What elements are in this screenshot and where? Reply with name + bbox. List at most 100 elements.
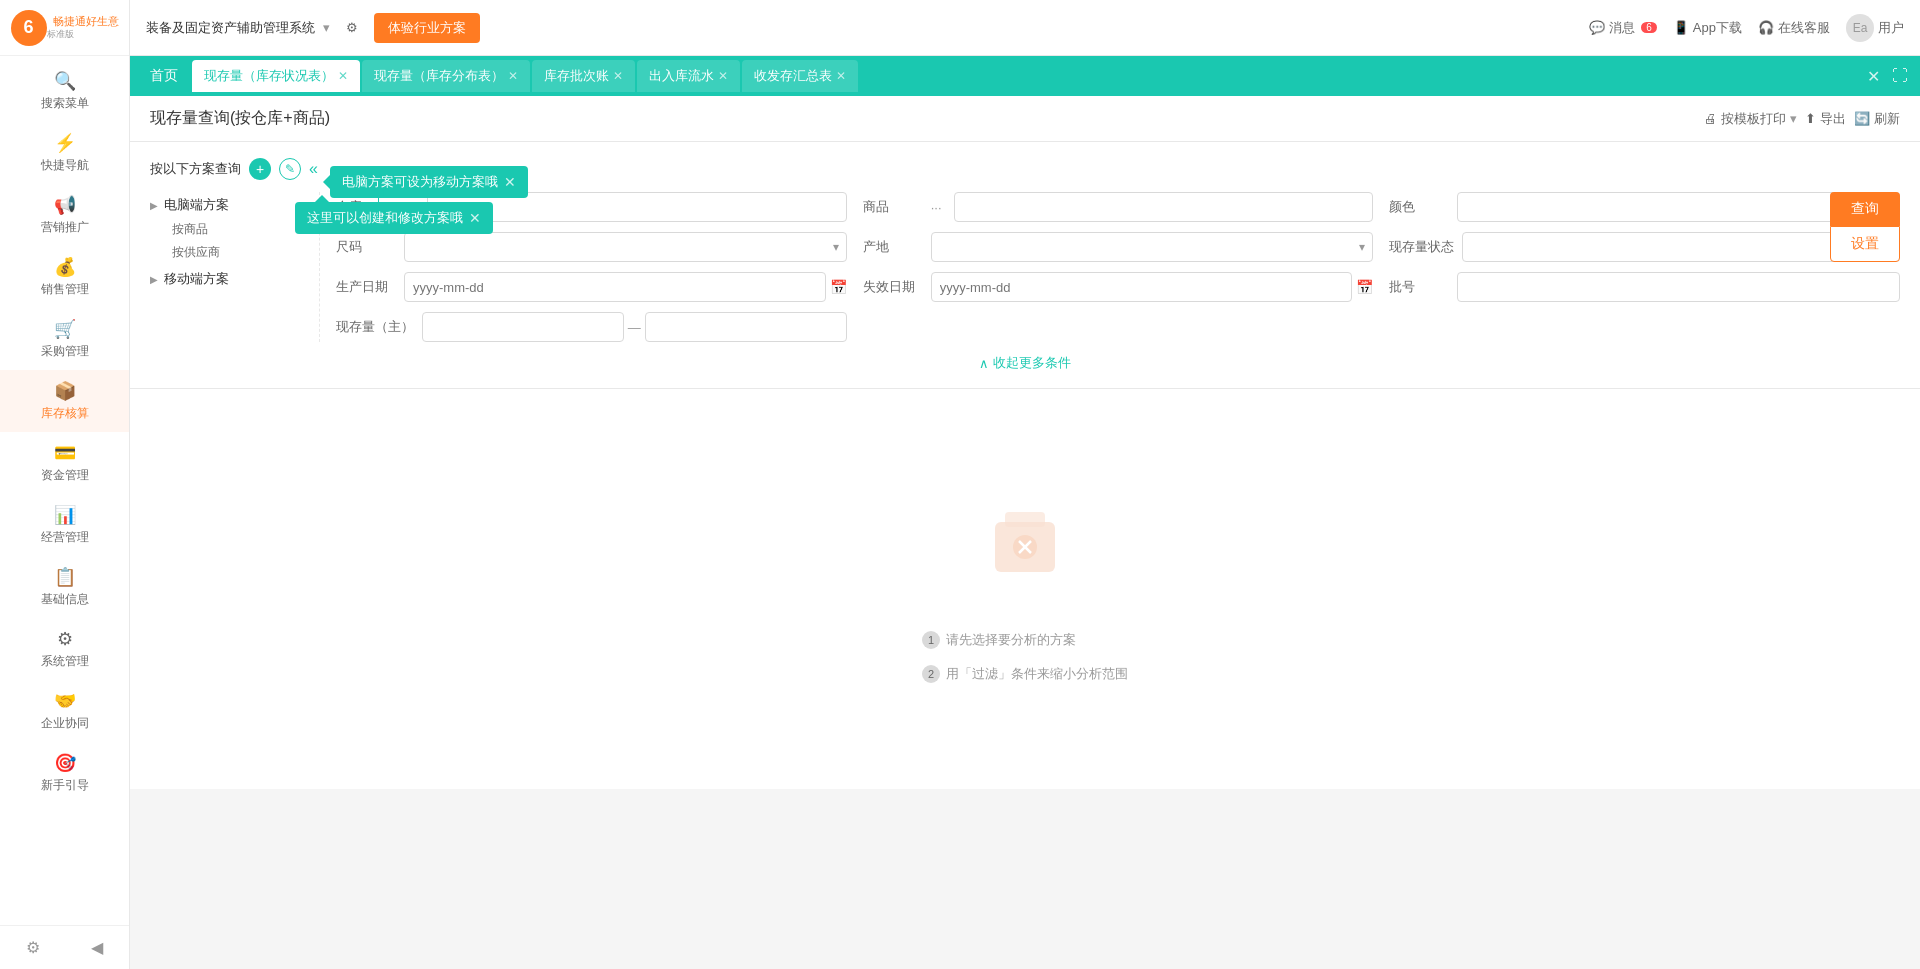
tooltip-pc: 电脑方案可设为移动方案哦 ✕ <box>330 166 528 198</box>
avatar: Ea <box>1846 14 1874 42</box>
sidebar-item-basicinfo[interactable]: 📋 基础信息 <box>0 556 129 618</box>
expiry-date-input[interactable] <box>931 272 1353 302</box>
tab-bar: 首页 现存量（库存状况表） ✕ 现存量（库存分布表） ✕ 库存批次账 ✕ 出入库… <box>130 56 1920 96</box>
sidebar-item-quicknav[interactable]: ⚡ 快捷导航 <box>0 122 129 184</box>
sidebar-item-sales[interactable]: 💰 销售管理 <box>0 246 129 308</box>
stock-main-range: — <box>422 312 847 342</box>
phone-icon: 📱 <box>1673 20 1689 35</box>
sidebar-item-operation[interactable]: 📊 经营管理 <box>0 494 129 556</box>
marketing-icon: 📢 <box>54 194 76 216</box>
expiry-date-label: 失效日期 <box>863 278 923 296</box>
tooltip-pc-close-icon[interactable]: ✕ <box>504 174 516 190</box>
tab-close-icon[interactable]: ✕ <box>613 69 623 83</box>
empty-tip-2: 2 用「过滤」条件来缩小分析范围 <box>922 661 1128 687</box>
industry-button[interactable]: 体验行业方案 <box>374 13 480 43</box>
sidebar: 6 畅捷通好生意 标准版 🔍 搜索菜单 ⚡ 快捷导航 📢 营销推广 💰 销售管理… <box>0 0 130 969</box>
batch-label: 批号 <box>1389 278 1449 296</box>
color-label: 颜色 <box>1389 198 1449 216</box>
dot-indicator <box>374 188 384 198</box>
collapse-label: 收起更多条件 <box>993 354 1071 372</box>
sidebar-item-label: 销售管理 <box>41 281 89 298</box>
scheme-group-desktop-header[interactable]: ▶ 电脑端方案 <box>150 192 303 218</box>
page-content: 现存量查询(按仓库+商品) 🖨 按模板打印 ▾ ⬆ 导出 🔄 刷新 <box>130 96 1920 969</box>
settings-footer-icon[interactable]: ⚙ <box>26 938 40 957</box>
tooltip-edit-close-icon[interactable]: ✕ <box>469 210 481 226</box>
tab-summary[interactable]: 收发存汇总表 ✕ <box>742 60 858 92</box>
tab-expand-icon[interactable]: ⛶ <box>1888 67 1912 85</box>
sidebar-item-inventory[interactable]: 📦 库存核算 <box>0 370 129 432</box>
scheme-item-goods[interactable]: 按商品 <box>150 218 303 241</box>
sidebar-item-guide[interactable]: 🎯 新手引导 <box>0 742 129 804</box>
print-button[interactable]: 🖨 按模板打印 ▾ <box>1704 110 1797 128</box>
filter-stock-status: 现存量状态 ▾ <box>1389 232 1900 262</box>
system-dropdown-arrow[interactable]: ▾ <box>323 20 330 35</box>
user-action[interactable]: Ea 用户 <box>1846 14 1904 42</box>
refresh-icon: 🔄 <box>1854 111 1870 126</box>
stock-main-end-input[interactable] <box>645 312 847 342</box>
sidebar-item-marketing[interactable]: 📢 营销推广 <box>0 184 129 246</box>
export-button[interactable]: ⬆ 导出 <box>1805 110 1846 128</box>
user-label: 用户 <box>1878 19 1904 37</box>
sidebar-logo: 6 畅捷通好生意 标准版 <box>0 0 129 56</box>
sidebar-item-label: 营销推广 <box>41 219 89 236</box>
goods-more-icon[interactable]: ··· <box>931 200 942 215</box>
sidebar-item-label: 采购管理 <box>41 343 89 360</box>
tab-inventory-status[interactable]: 现存量（库存状况表） ✕ <box>192 60 360 92</box>
prod-date-start-input[interactable] <box>404 272 826 302</box>
collapse-button[interactable]: ∧ 收起更多条件 <box>979 354 1071 372</box>
tab-home[interactable]: 首页 <box>138 60 190 92</box>
empty-tip-2-text: 用「过滤」条件来缩小分析范围 <box>946 661 1128 687</box>
sidebar-item-search[interactable]: 🔍 搜索菜单 <box>0 60 129 122</box>
filter-size: 尺码 ▾ <box>336 232 847 262</box>
sidebar-item-system[interactable]: ⚙ 系统管理 <box>0 618 129 680</box>
filter-batch: 批号 <box>1389 272 1900 302</box>
tab-inventory-dist[interactable]: 现存量（库存分布表） ✕ <box>362 60 530 92</box>
size-select[interactable] <box>404 232 847 262</box>
goods-input[interactable] <box>954 192 1374 222</box>
sidebar-item-label: 企业协同 <box>41 715 89 732</box>
filter-row-2: 尺码 ▾ 产地 ▾ <box>336 232 1900 262</box>
origin-select[interactable] <box>931 232 1374 262</box>
guide-icon: 🎯 <box>54 752 76 774</box>
expiry-date-calendar-icon[interactable]: 📅 <box>1356 279 1373 295</box>
app-download-action[interactable]: 📱 App下载 <box>1673 19 1742 37</box>
size-label: 尺码 <box>336 238 396 256</box>
batch-input[interactable] <box>1457 272 1900 302</box>
scheme-group-mobile: ▶ 移动端方案 <box>150 266 303 292</box>
filter-back-button[interactable]: « <box>309 160 318 178</box>
app-download-label: App下载 <box>1693 19 1742 37</box>
scheme-group-mobile-header[interactable]: ▶ 移动端方案 <box>150 266 303 292</box>
refresh-button[interactable]: 🔄 刷新 <box>1854 110 1900 128</box>
query-button[interactable]: 查询 <box>1830 192 1900 226</box>
sidebar-item-finance[interactable]: 💳 资金管理 <box>0 432 129 494</box>
prod-date-range: 📅 <box>404 272 847 302</box>
tab-close-icon[interactable]: ✕ <box>836 69 846 83</box>
print-arrow-icon: ▾ <box>1790 111 1797 126</box>
tab-close-icon[interactable]: ✕ <box>718 69 728 83</box>
filter-edit-button[interactable]: ✎ <box>279 158 301 180</box>
collab-icon: 🤝 <box>54 690 76 712</box>
notification-action[interactable]: 💬 消息 6 <box>1589 19 1657 37</box>
stock-main-start-input[interactable] <box>422 312 624 342</box>
filter-add-button[interactable]: + <box>249 158 271 180</box>
collapse-sidebar-icon[interactable]: ◀ <box>91 938 103 957</box>
sidebar-nav: 🔍 搜索菜单 ⚡ 快捷导航 📢 营销推广 💰 销售管理 🛒 采购管理 📦 库存核… <box>0 56 129 925</box>
tab-close-all-icon[interactable]: ✕ <box>1863 67 1884 86</box>
gear-button[interactable]: ⚙ <box>338 14 366 42</box>
tab-inout-flow[interactable]: 出入库流水 ✕ <box>637 60 740 92</box>
inventory-icon: 📦 <box>54 380 76 402</box>
tab-close-icon[interactable]: ✕ <box>508 69 518 83</box>
reset-button[interactable]: 设置 <box>1830 226 1900 262</box>
export-label: 导出 <box>1820 110 1846 128</box>
tab-batch[interactable]: 库存批次账 ✕ <box>532 60 635 92</box>
page-actions: 🖨 按模板打印 ▾ ⬆ 导出 🔄 刷新 <box>1704 110 1900 128</box>
sidebar-item-purchase[interactable]: 🛒 采购管理 <box>0 308 129 370</box>
filter-footer: ∧ 收起更多条件 <box>150 354 1900 372</box>
sidebar-item-collab[interactable]: 🤝 企业协同 <box>0 680 129 742</box>
prod-date-calendar-icon[interactable]: 📅 <box>830 279 847 295</box>
scheme-item-supplier[interactable]: 按供应商 <box>150 241 303 264</box>
page-header: 现存量查询(按仓库+商品) 🖨 按模板打印 ▾ ⬆ 导出 🔄 刷新 <box>130 96 1920 142</box>
tab-close-icon[interactable]: ✕ <box>338 69 348 83</box>
online-service-action[interactable]: 🎧 在线客服 <box>1758 19 1830 37</box>
filter-row-3: 生产日期 📅 失效日期 📅 <box>336 272 1900 302</box>
